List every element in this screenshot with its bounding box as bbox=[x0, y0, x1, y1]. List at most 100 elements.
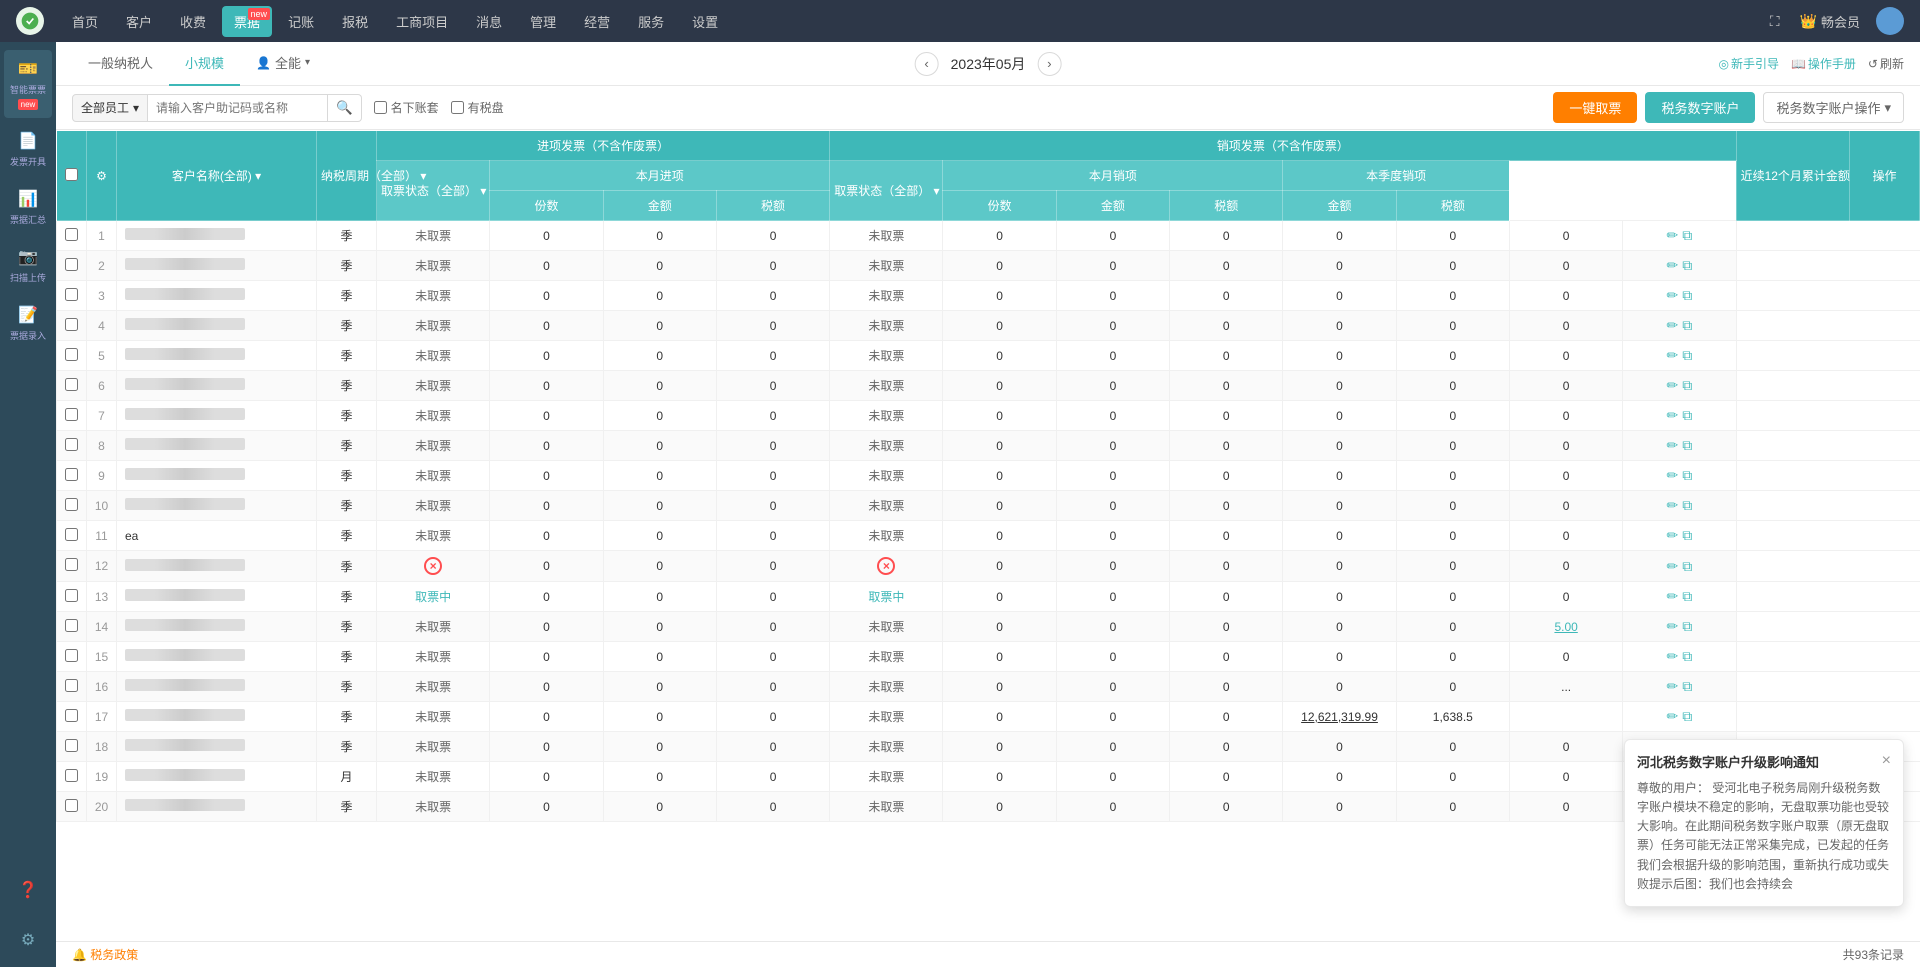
nav-item-service[interactable]: 服务 bbox=[626, 6, 676, 37]
action-cell[interactable]: ✏⧉ bbox=[1623, 461, 1736, 491]
copy-btn[interactable]: ⧉ bbox=[1682, 648, 1692, 664]
client-name-cell[interactable] bbox=[117, 762, 317, 792]
edit-btn[interactable]: ✏ bbox=[1667, 618, 1679, 634]
client-name-cell[interactable] bbox=[117, 371, 317, 401]
row-checkbox[interactable] bbox=[65, 558, 78, 571]
client-name-cell[interactable] bbox=[117, 491, 317, 521]
edit-btn[interactable]: ✏ bbox=[1667, 317, 1679, 333]
copy-btn[interactable]: ⧉ bbox=[1682, 227, 1692, 243]
client-name-cell[interactable] bbox=[117, 401, 317, 431]
digital-ops-btn[interactable]: 税务数字账户操作 ▾ bbox=[1763, 92, 1904, 123]
sidebar-item-ticket-entry[interactable]: 📝 票据录入 bbox=[4, 296, 52, 350]
action-cell[interactable]: ✏⧉ bbox=[1623, 582, 1736, 612]
row-checkbox[interactable] bbox=[65, 228, 78, 241]
edit-btn[interactable]: ✏ bbox=[1667, 227, 1679, 243]
select-all-checkbox[interactable] bbox=[65, 168, 78, 181]
row-checkbox[interactable] bbox=[65, 378, 78, 391]
fullscreen-btn[interactable]: ⛶ bbox=[1770, 13, 1784, 30]
row-checkbox[interactable] bbox=[65, 709, 78, 722]
copy-btn[interactable]: ⧉ bbox=[1682, 287, 1692, 303]
manual-link[interactable]: 📖 操作手册 bbox=[1791, 55, 1856, 72]
action-cell[interactable]: ✏⧉ bbox=[1623, 642, 1736, 672]
edit-btn[interactable]: ✏ bbox=[1667, 527, 1679, 543]
nav-item-operation[interactable]: 经营 bbox=[572, 6, 622, 37]
search-button[interactable]: 🔍 bbox=[328, 94, 362, 122]
copy-btn[interactable]: ⧉ bbox=[1682, 678, 1692, 694]
sub-tab-small[interactable]: 小规模 bbox=[169, 42, 240, 86]
edit-btn[interactable]: ✏ bbox=[1667, 257, 1679, 273]
checkbox-sub-account[interactable] bbox=[374, 101, 387, 114]
copy-btn[interactable]: ⧉ bbox=[1682, 558, 1692, 574]
copy-btn[interactable]: ⧉ bbox=[1682, 708, 1692, 724]
row-checkbox[interactable] bbox=[65, 408, 78, 421]
client-name-cell[interactable] bbox=[117, 281, 317, 311]
row-checkbox[interactable] bbox=[65, 498, 78, 511]
action-cell[interactable]: ✏⧉ bbox=[1623, 221, 1736, 251]
edit-btn[interactable]: ✏ bbox=[1667, 708, 1679, 724]
row-checkbox[interactable] bbox=[65, 799, 78, 812]
copy-btn[interactable]: ⧉ bbox=[1682, 467, 1692, 483]
copy-btn[interactable]: ⧉ bbox=[1682, 317, 1692, 333]
row-checkbox[interactable] bbox=[65, 619, 78, 632]
th-client-name[interactable]: 客户名称(全部) ▾ bbox=[117, 131, 317, 221]
copy-btn[interactable]: ⧉ bbox=[1682, 257, 1692, 273]
sidebar-item-smart-ticket[interactable]: 🎫 智能票票 new bbox=[4, 50, 52, 118]
action-cell[interactable]: ✏⧉ bbox=[1623, 281, 1736, 311]
edit-btn[interactable]: ✏ bbox=[1667, 558, 1679, 574]
client-name-cell[interactable] bbox=[117, 341, 317, 371]
popup-close-btn[interactable]: × bbox=[1882, 752, 1891, 770]
copy-btn[interactable]: ⧉ bbox=[1682, 377, 1692, 393]
action-cell[interactable]: ✏⧉ bbox=[1623, 311, 1736, 341]
client-name-cell[interactable] bbox=[117, 672, 317, 702]
edit-btn[interactable]: ✏ bbox=[1667, 497, 1679, 513]
one-click-btn[interactable]: 一键取票 bbox=[1553, 92, 1637, 123]
edit-btn[interactable]: ✏ bbox=[1667, 467, 1679, 483]
client-name-cell[interactable] bbox=[117, 642, 317, 672]
refresh-link[interactable]: ↺ 刷新 bbox=[1868, 55, 1904, 72]
edit-btn[interactable]: ✏ bbox=[1667, 407, 1679, 423]
nav-item-account[interactable]: 记账 bbox=[276, 6, 326, 37]
edit-btn[interactable]: ✏ bbox=[1667, 347, 1679, 363]
copy-btn[interactable]: ⧉ bbox=[1682, 407, 1692, 423]
action-cell[interactable]: ✏⧉ bbox=[1623, 251, 1736, 281]
nav-item-fee[interactable]: 收费 bbox=[168, 6, 218, 37]
sidebar-item-invoice-open[interactable]: 📄 发票开具 bbox=[4, 122, 52, 176]
nav-item-client[interactable]: 客户 bbox=[114, 6, 164, 37]
nav-item-settings[interactable]: 设置 bbox=[680, 6, 730, 37]
next-month-btn[interactable]: › bbox=[1037, 52, 1061, 76]
action-cell[interactable]: ✏⧉ bbox=[1623, 491, 1736, 521]
action-cell[interactable]: ✏⧉ bbox=[1623, 672, 1736, 702]
sidebar-item-ticket-summary[interactable]: 📊 票据汇总 bbox=[4, 180, 52, 234]
edit-btn[interactable]: ✏ bbox=[1667, 437, 1679, 453]
edit-btn[interactable]: ✏ bbox=[1667, 377, 1679, 393]
client-name-cell[interactable] bbox=[117, 702, 317, 732]
copy-btn[interactable]: ⧉ bbox=[1682, 347, 1692, 363]
copy-btn[interactable]: ⧉ bbox=[1682, 497, 1692, 513]
th-out-status[interactable]: 取票状态（全部） ▾ bbox=[830, 161, 943, 221]
row-checkbox[interactable] bbox=[65, 589, 78, 602]
client-name-cell[interactable] bbox=[117, 461, 317, 491]
th-tax-period[interactable]: 纳税周期（全部） ▾ bbox=[317, 131, 377, 221]
action-cell[interactable]: ✏⧉ bbox=[1623, 612, 1736, 642]
row-checkbox[interactable] bbox=[65, 348, 78, 361]
row-checkbox[interactable] bbox=[65, 649, 78, 662]
nav-item-home[interactable]: 首页 bbox=[60, 6, 110, 37]
member-btn[interactable]: 👑 畅会员 bbox=[1800, 12, 1860, 31]
app-logo[interactable] bbox=[16, 7, 44, 35]
search-input[interactable] bbox=[148, 94, 328, 122]
row-checkbox[interactable] bbox=[65, 318, 78, 331]
client-name-cell[interactable] bbox=[117, 792, 317, 822]
row-checkbox[interactable] bbox=[65, 438, 78, 451]
nav-item-tax[interactable]: 报税 bbox=[330, 6, 380, 37]
edit-btn[interactable]: ✏ bbox=[1667, 588, 1679, 604]
action-cell[interactable]: ✏⧉ bbox=[1623, 551, 1736, 582]
user-avatar[interactable] bbox=[1876, 7, 1904, 35]
sidebar-item-scan-upload[interactable]: 📷 扫描上传 bbox=[4, 238, 52, 292]
action-cell[interactable]: ✏⧉ bbox=[1623, 401, 1736, 431]
client-name-cell[interactable] bbox=[117, 251, 317, 281]
action-cell[interactable]: ✏⧉ bbox=[1623, 341, 1736, 371]
copy-btn[interactable]: ⧉ bbox=[1682, 527, 1692, 543]
client-name-cell[interactable] bbox=[117, 221, 317, 251]
row-checkbox[interactable] bbox=[65, 769, 78, 782]
sidebar-item-settings-bottom[interactable]: ⚙ bbox=[4, 921, 52, 959]
